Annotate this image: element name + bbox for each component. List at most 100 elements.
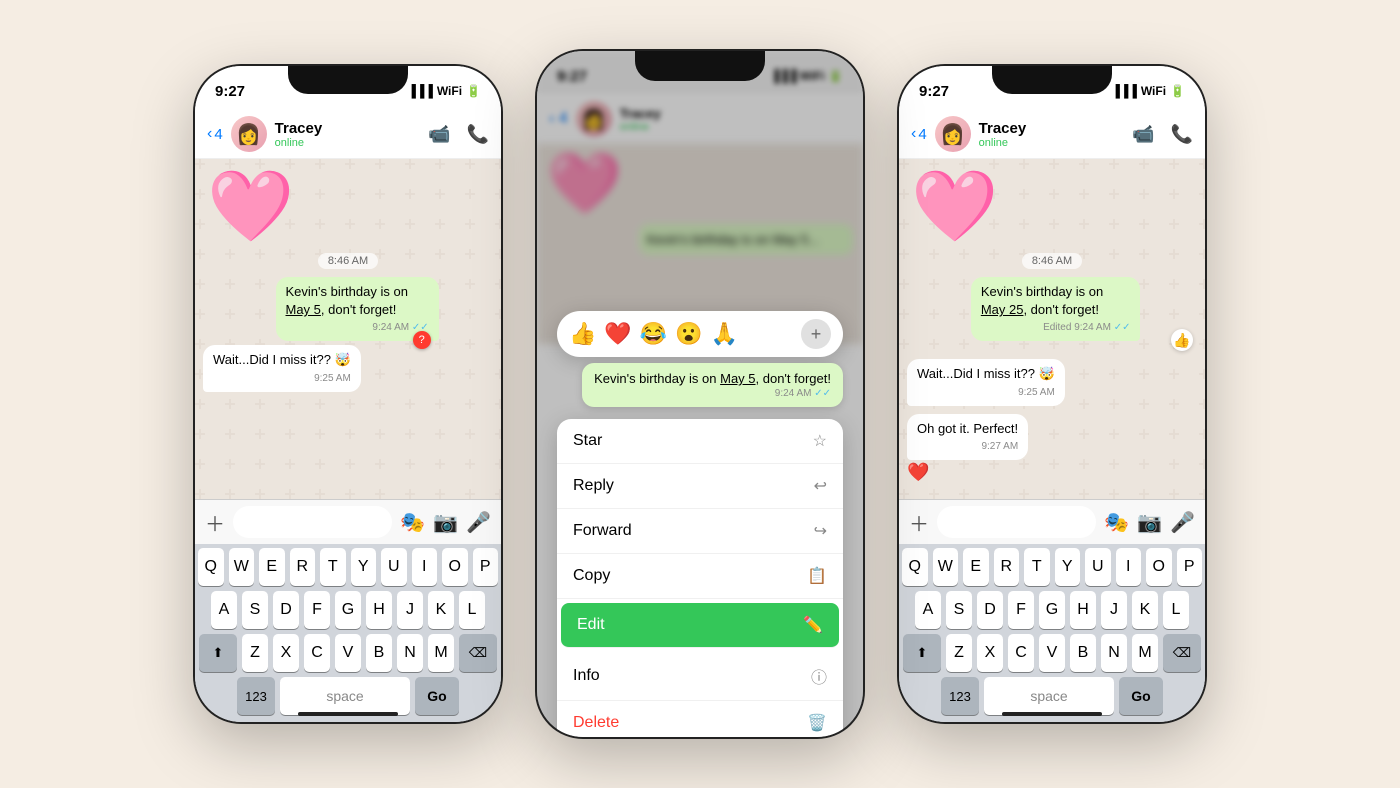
kb-o-3[interactable]: O	[1146, 548, 1172, 586]
menu-item-star[interactable]: Star ☆	[557, 419, 843, 464]
menu-item-forward[interactable]: Forward ↪	[557, 509, 843, 554]
plus-icon-3[interactable]: ＋	[909, 508, 929, 537]
kb-u[interactable]: U	[381, 548, 407, 586]
kb-q-3[interactable]: Q	[902, 548, 928, 586]
kb-q[interactable]: Q	[198, 548, 224, 586]
sticker-icon-1[interactable]: 🎭	[400, 510, 425, 535]
kb-v-3[interactable]: V	[1039, 634, 1065, 672]
kb-d[interactable]: D	[273, 591, 299, 629]
kb-f-3[interactable]: F	[1008, 591, 1034, 629]
kb-r-3[interactable]: R	[994, 548, 1020, 586]
kb-w[interactable]: W	[229, 548, 255, 586]
kb-z[interactable]: Z	[242, 634, 268, 672]
kb-p-3[interactable]: P	[1177, 548, 1203, 586]
kb-z-3[interactable]: Z	[946, 634, 972, 672]
mic-icon-3[interactable]: 🎤	[1170, 510, 1195, 535]
kb-o[interactable]: O	[442, 548, 468, 586]
kb-space-3[interactable]: space	[984, 677, 1114, 715]
mic-icon-1[interactable]: 🎤	[466, 510, 491, 535]
kb-b-3[interactable]: B	[1070, 634, 1096, 672]
kb-j-3[interactable]: J	[1101, 591, 1127, 629]
phone-icon-1[interactable]: 📞	[467, 124, 489, 145]
kb-go-3[interactable]: Go	[1119, 677, 1163, 715]
kb-s[interactable]: S	[242, 591, 268, 629]
kb-delete-1[interactable]: ⌫	[459, 634, 497, 672]
kb-a-3[interactable]: A	[915, 591, 941, 629]
kb-i[interactable]: I	[412, 548, 438, 586]
chat-bg-1: 🩷 8:46 AM Kevin's birthday is on May 5, …	[195, 159, 501, 499]
copy-icon: 📋	[807, 566, 827, 586]
context-menu-container: 👍 ❤️ 😂 😮 🙏 + Kevin's birthday is on May …	[557, 311, 843, 739]
kb-go-1[interactable]: Go	[415, 677, 459, 715]
phone-icon-3[interactable]: 📞	[1171, 124, 1193, 145]
kb-t-3[interactable]: T	[1024, 548, 1050, 586]
kb-e-3[interactable]: E	[963, 548, 989, 586]
menu-item-delete[interactable]: Delete 🗑️	[557, 701, 843, 739]
sticker-icon-3[interactable]: 🎭	[1104, 510, 1129, 535]
reaction-wow[interactable]: 😮	[675, 321, 702, 347]
kb-m[interactable]: M	[428, 634, 454, 672]
kb-k[interactable]: K	[428, 591, 454, 629]
msg-input-3[interactable]	[937, 506, 1096, 538]
reaction-thumbs-up[interactable]: 👍	[569, 321, 596, 347]
kb-y-3[interactable]: Y	[1055, 548, 1081, 586]
camera-icon-3[interactable]: 📷	[1137, 510, 1162, 535]
kb-r[interactable]: R	[290, 548, 316, 586]
kb-w-3[interactable]: W	[933, 548, 959, 586]
kb-shift-3[interactable]: ⬆	[903, 634, 941, 672]
camera-icon-1[interactable]: 📷	[433, 510, 458, 535]
kb-x-3[interactable]: X	[977, 634, 1003, 672]
phone-1: 9:27 ▐▐▐ WiFi 🔋 ‹ 4 👩 Tracey online 📹 📞	[193, 64, 503, 724]
kb-n-3[interactable]: N	[1101, 634, 1127, 672]
kb-d-3[interactable]: D	[977, 591, 1003, 629]
toolbar-1: ＋ 🎭 📷 🎤	[195, 499, 501, 544]
msg-time-recv-1: 9:25 AM	[213, 372, 351, 386]
kb-l-3[interactable]: L	[1163, 591, 1189, 629]
kb-a[interactable]: A	[211, 591, 237, 629]
kb-123-1[interactable]: 123	[237, 677, 275, 715]
kb-n[interactable]: N	[397, 634, 423, 672]
kb-x[interactable]: X	[273, 634, 299, 672]
kb-y[interactable]: Y	[351, 548, 377, 586]
kb-e[interactable]: E	[259, 548, 285, 586]
kb-s-3[interactable]: S	[946, 591, 972, 629]
kb-123-3[interactable]: 123	[941, 677, 979, 715]
menu-item-copy[interactable]: Copy 📋	[557, 554, 843, 599]
msg-input-1[interactable]	[233, 506, 392, 538]
reaction-pray[interactable]: 🙏	[711, 321, 738, 347]
back-button-1[interactable]: ‹ 4	[207, 125, 223, 143]
video-icon-3[interactable]: 📹	[1132, 124, 1154, 145]
back-button-3[interactable]: ‹ 4	[911, 125, 927, 143]
kb-space-1[interactable]: space	[280, 677, 410, 715]
kb-u-3[interactable]: U	[1085, 548, 1111, 586]
kb-k-3[interactable]: K	[1132, 591, 1158, 629]
battery-icon: 🔋	[466, 84, 481, 98]
kb-f[interactable]: F	[304, 591, 330, 629]
menu-item-reply[interactable]: Reply ↩	[557, 464, 843, 509]
video-icon-1[interactable]: 📹	[428, 124, 450, 145]
kb-row3-1: ⬆ Z X C V B N M ⌫	[198, 634, 498, 672]
kb-shift-1[interactable]: ⬆	[199, 634, 237, 672]
kb-c-3[interactable]: C	[1008, 634, 1034, 672]
menu-item-info[interactable]: Info ⓘ	[557, 652, 843, 701]
kb-g[interactable]: G	[335, 591, 361, 629]
kb-delete-3[interactable]: ⌫	[1163, 634, 1201, 672]
plus-icon-1[interactable]: ＋	[205, 508, 225, 537]
kb-j[interactable]: J	[397, 591, 423, 629]
kb-h-3[interactable]: H	[1070, 591, 1096, 629]
kb-m-3[interactable]: M	[1132, 634, 1158, 672]
kb-t[interactable]: T	[320, 548, 346, 586]
menu-item-edit[interactable]: Edit ✏️	[561, 603, 839, 648]
kb-c[interactable]: C	[304, 634, 330, 672]
back-count-1: 4	[214, 126, 222, 143]
reaction-heart[interactable]: ❤️	[604, 321, 631, 347]
kb-i-3[interactable]: I	[1116, 548, 1142, 586]
emoji-more-button[interactable]: +	[801, 319, 831, 349]
kb-l[interactable]: L	[459, 591, 485, 629]
kb-h[interactable]: H	[366, 591, 392, 629]
reaction-laugh[interactable]: 😂	[640, 321, 667, 347]
kb-b[interactable]: B	[366, 634, 392, 672]
kb-p[interactable]: P	[473, 548, 499, 586]
kb-v[interactable]: V	[335, 634, 361, 672]
kb-g-3[interactable]: G	[1039, 591, 1065, 629]
